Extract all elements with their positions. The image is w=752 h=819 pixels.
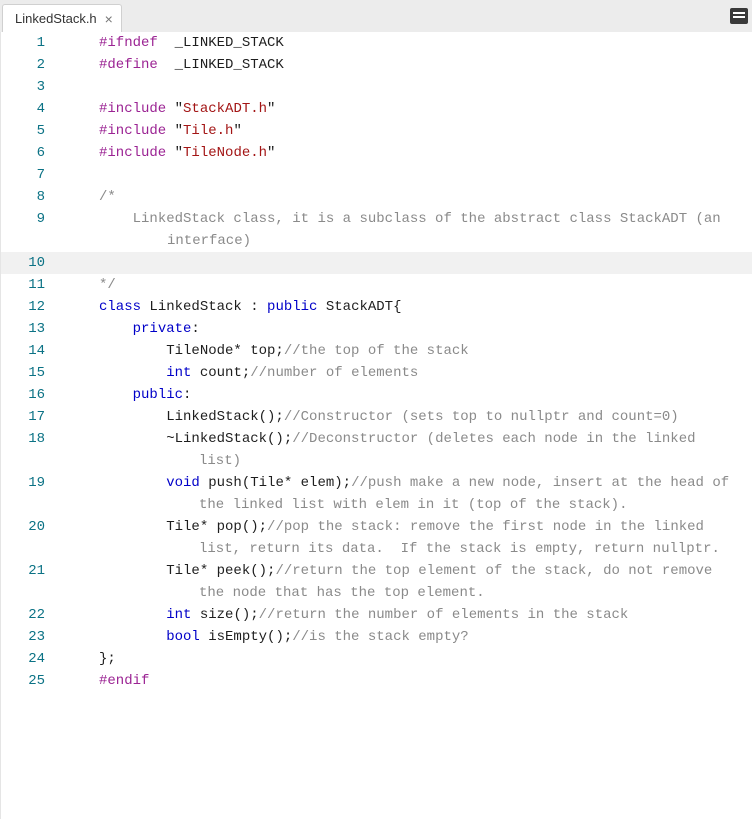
line-number: 18 xyxy=(1,428,63,450)
code-line[interactable]: 10 xyxy=(1,252,752,274)
code-content: #endif xyxy=(63,670,752,692)
code-content: bool isEmpty();//is the stack empty? xyxy=(63,626,752,648)
code-line[interactable]: 2#define _LINKED_STACK xyxy=(1,54,752,76)
code-line[interactable]: 17 LinkedStack();//Constructor (sets top… xyxy=(1,406,752,428)
line-number: 9 xyxy=(1,208,63,230)
line-number: 4 xyxy=(1,98,63,120)
line-number: 21 xyxy=(1,560,63,582)
line-number: 7 xyxy=(1,164,63,186)
line-number: 14 xyxy=(1,340,63,362)
line-number: 22 xyxy=(1,604,63,626)
code-line[interactable]: 16 public: xyxy=(1,384,752,406)
code-line[interactable]: 8/* xyxy=(1,186,752,208)
code-line[interactable]: 24}; xyxy=(1,648,752,670)
code-content: interface) xyxy=(63,230,752,252)
code-content: #include "StackADT.h" xyxy=(63,98,752,120)
code-content: the node that has the top element. xyxy=(63,582,752,604)
line-number: 17 xyxy=(1,406,63,428)
line-number: 24 xyxy=(1,648,63,670)
code-content: #include "TileNode.h" xyxy=(63,142,752,164)
code-content: int size();//return the number of elemen… xyxy=(63,604,752,626)
line-number: 16 xyxy=(1,384,63,406)
code-line-wrap[interactable]: the linked list with elem in it (top of … xyxy=(1,494,752,516)
code-line-wrap[interactable]: list) xyxy=(1,450,752,472)
code-line[interactable]: 13 private: xyxy=(1,318,752,340)
line-number: 13 xyxy=(1,318,63,340)
code-line[interactable]: 18 ~LinkedStack();//Deconstructor (delet… xyxy=(1,428,752,450)
code-line[interactable]: 19 void push(Tile* elem);//push make a n… xyxy=(1,472,752,494)
code-content: Tile* peek();//return the top element of… xyxy=(63,560,752,582)
code-content: #ifndef _LINKED_STACK xyxy=(63,32,752,54)
code-content: */ xyxy=(63,274,752,296)
line-number: 6 xyxy=(1,142,63,164)
code-content: class LinkedStack : public StackADT{ xyxy=(63,296,752,318)
code-content: /* xyxy=(63,186,752,208)
line-number: 10 xyxy=(1,252,63,274)
code-line[interactable]: 15 int count;//number of elements xyxy=(1,362,752,384)
code-line-wrap[interactable]: list, return its data. If the stack is e… xyxy=(1,538,752,560)
panel-icon[interactable] xyxy=(730,8,748,24)
close-icon[interactable]: × xyxy=(105,12,113,26)
line-number: 3 xyxy=(1,76,63,98)
line-number: 25 xyxy=(1,670,63,692)
line-number: 15 xyxy=(1,362,63,384)
line-number: 1 xyxy=(1,32,63,54)
code-line[interactable]: 23 bool isEmpty();//is the stack empty? xyxy=(1,626,752,648)
line-number: 8 xyxy=(1,186,63,208)
code-content: void push(Tile* elem);//push make a new … xyxy=(63,472,752,494)
line-number: 20 xyxy=(1,516,63,538)
code-line[interactable]: 4#include "StackADT.h" xyxy=(1,98,752,120)
code-content: TileNode* top;//the top of the stack xyxy=(63,340,752,362)
code-line[interactable]: 12class LinkedStack : public StackADT{ xyxy=(1,296,752,318)
code-line[interactable]: 25#endif xyxy=(1,670,752,692)
line-number: 19 xyxy=(1,472,63,494)
code-line[interactable]: 5#include "Tile.h" xyxy=(1,120,752,142)
code-line[interactable]: 6#include "TileNode.h" xyxy=(1,142,752,164)
code-content: private: xyxy=(63,318,752,340)
line-number: 12 xyxy=(1,296,63,318)
code-content: Tile* pop();//pop the stack: remove the … xyxy=(63,516,752,538)
code-content: #include "Tile.h" xyxy=(63,120,752,142)
code-content: ~LinkedStack();//Deconstructor (deletes … xyxy=(63,428,752,450)
code-line[interactable]: 20 Tile* pop();//pop the stack: remove t… xyxy=(1,516,752,538)
code-content: int count;//number of elements xyxy=(63,362,752,384)
code-content: LinkedStack();//Constructor (sets top to… xyxy=(63,406,752,428)
tab-filename: LinkedStack.h xyxy=(15,11,97,26)
code-line[interactable]: 14 TileNode* top;//the top of the stack xyxy=(1,340,752,362)
line-number: 2 xyxy=(1,54,63,76)
code-content: list) xyxy=(63,450,752,472)
code-content: list, return its data. If the stack is e… xyxy=(63,538,752,560)
code-editor[interactable]: 1#ifndef _LINKED_STACK2#define _LINKED_S… xyxy=(0,32,752,819)
code-content: }; xyxy=(63,648,752,670)
file-tab[interactable]: LinkedStack.h × xyxy=(2,4,122,32)
code-line-wrap[interactable]: interface) xyxy=(1,230,752,252)
tab-bar: LinkedStack.h × xyxy=(0,0,752,32)
code-line[interactable]: 7 xyxy=(1,164,752,186)
code-content: #define _LINKED_STACK xyxy=(63,54,752,76)
line-number: 5 xyxy=(1,120,63,142)
code-content: the linked list with elem in it (top of … xyxy=(63,494,752,516)
code-content: public: xyxy=(63,384,752,406)
code-line[interactable]: 22 int size();//return the number of ele… xyxy=(1,604,752,626)
code-line-wrap[interactable]: the node that has the top element. xyxy=(1,582,752,604)
line-number: 11 xyxy=(1,274,63,296)
code-line[interactable]: 21 Tile* peek();//return the top element… xyxy=(1,560,752,582)
code-content: LinkedStack class, it is a subclass of t… xyxy=(63,208,752,230)
code-line[interactable]: 11*/ xyxy=(1,274,752,296)
code-line[interactable]: 9 LinkedStack class, it is a subclass of… xyxy=(1,208,752,230)
code-line[interactable]: 3 xyxy=(1,76,752,98)
code-line[interactable]: 1#ifndef _LINKED_STACK xyxy=(1,32,752,54)
line-number: 23 xyxy=(1,626,63,648)
